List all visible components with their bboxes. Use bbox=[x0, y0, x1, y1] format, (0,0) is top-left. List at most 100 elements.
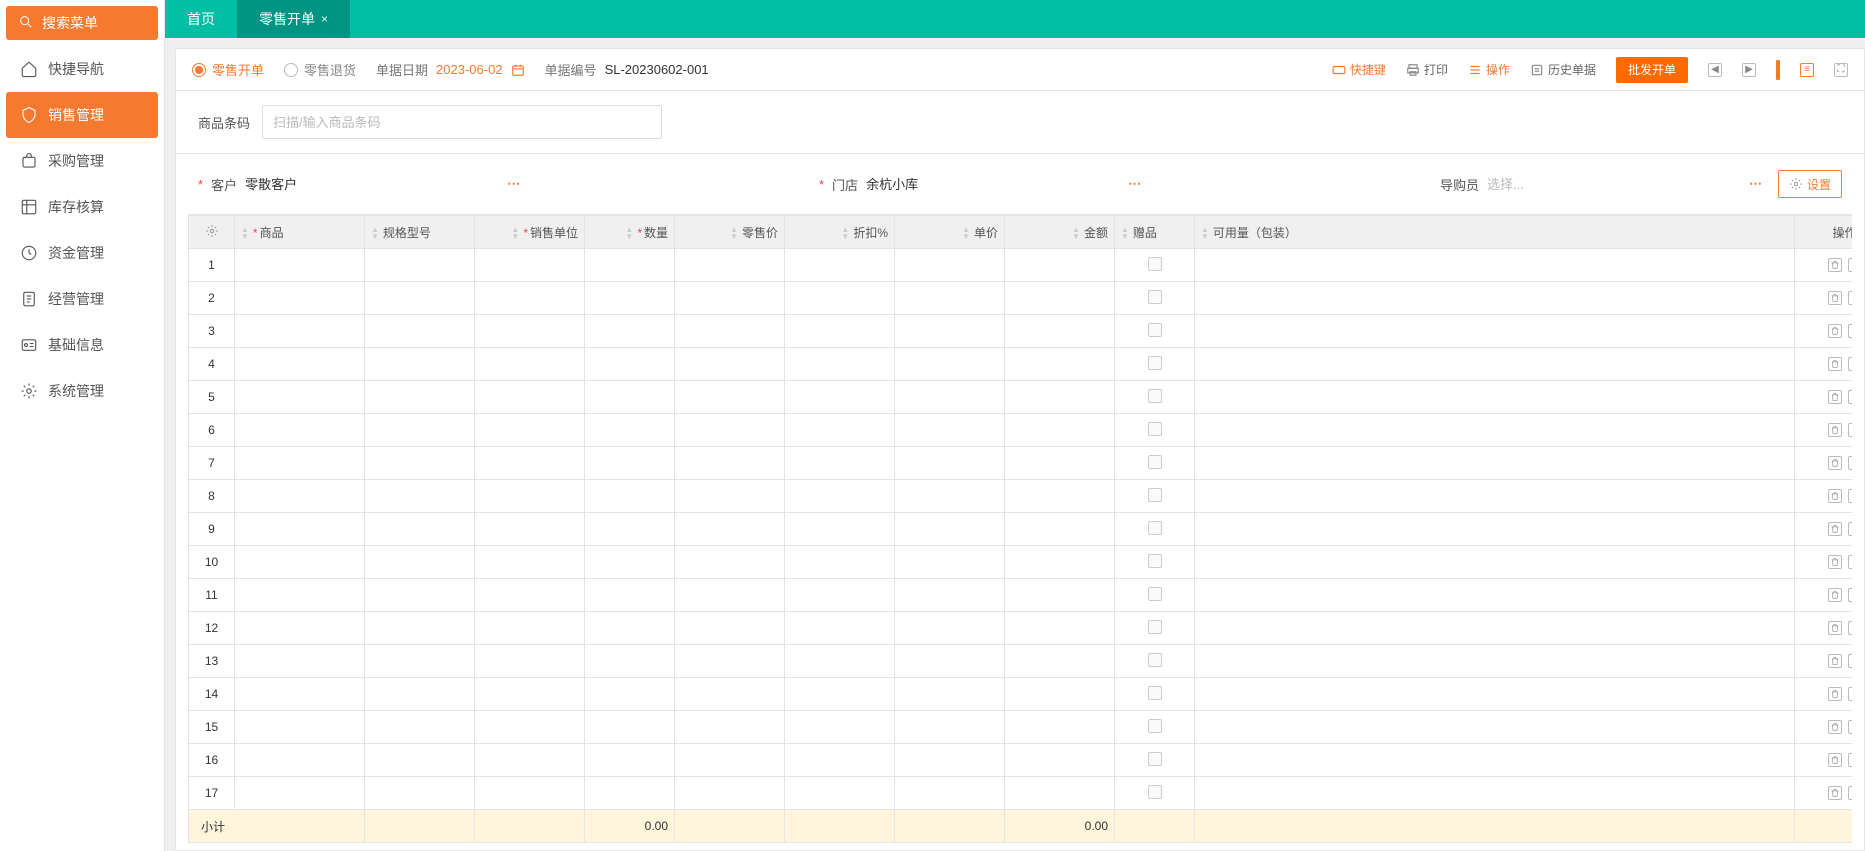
delete-row-button[interactable] bbox=[1828, 654, 1842, 668]
sidebar-item-1[interactable]: 销售管理 bbox=[6, 92, 158, 138]
add-row-button[interactable] bbox=[1848, 654, 1853, 668]
table-row[interactable]: 14 bbox=[189, 678, 1853, 711]
delete-row-button[interactable] bbox=[1828, 588, 1842, 602]
sidebar-item-3[interactable]: 库存核算 bbox=[6, 184, 158, 230]
sidebar-item-5[interactable]: 经营管理 bbox=[6, 276, 158, 322]
sidebar-item-4[interactable]: 资金管理 bbox=[6, 230, 158, 276]
col-spec[interactable]: ▲▼规格型号 bbox=[365, 216, 475, 249]
gift-checkbox[interactable] bbox=[1148, 719, 1162, 733]
store-picker-icon[interactable]: ⋯ bbox=[1124, 176, 1147, 192]
add-row-button[interactable] bbox=[1848, 786, 1853, 800]
add-row-button[interactable] bbox=[1848, 522, 1853, 536]
table-row[interactable]: 5 bbox=[189, 381, 1853, 414]
barcode-input[interactable] bbox=[262, 105, 662, 139]
delete-row-button[interactable] bbox=[1828, 423, 1842, 437]
history-button[interactable]: 历史单据 bbox=[1530, 61, 1596, 78]
radio-return[interactable]: 零售退货 bbox=[284, 60, 356, 79]
delete-row-button[interactable] bbox=[1828, 291, 1842, 305]
layout-toggle-button[interactable]: ≡ bbox=[1800, 63, 1814, 77]
col-unit[interactable]: ▲▼*销售单位 bbox=[475, 216, 585, 249]
col-discount[interactable]: ▲▼折扣% bbox=[785, 216, 895, 249]
search-menu-button[interactable]: 搜索菜单 bbox=[6, 6, 158, 40]
table-row[interactable]: 8 bbox=[189, 480, 1853, 513]
prev-doc-button[interactable]: ◀ bbox=[1708, 63, 1722, 77]
next-doc-button[interactable]: ▶ bbox=[1742, 63, 1756, 77]
delete-row-button[interactable] bbox=[1828, 324, 1842, 338]
delete-row-button[interactable] bbox=[1828, 390, 1842, 404]
gift-checkbox[interactable] bbox=[1148, 323, 1162, 337]
tab-retail-order[interactable]: 零售开单 × bbox=[237, 0, 350, 38]
table-row[interactable]: 6 bbox=[189, 414, 1853, 447]
salesman-field[interactable]: 导购员 选择... ⋯ bbox=[1440, 170, 1768, 198]
gift-checkbox[interactable] bbox=[1148, 521, 1162, 535]
gift-checkbox[interactable] bbox=[1148, 455, 1162, 469]
col-gear[interactable] bbox=[189, 216, 235, 249]
table-row[interactable]: 7 bbox=[189, 447, 1853, 480]
table-row[interactable]: 2 bbox=[189, 282, 1853, 315]
calendar-icon[interactable] bbox=[511, 63, 525, 77]
add-row-button[interactable] bbox=[1848, 489, 1853, 503]
gift-checkbox[interactable] bbox=[1148, 389, 1162, 403]
customer-picker-icon[interactable]: ⋯ bbox=[503, 176, 526, 192]
operate-button[interactable]: 操作 bbox=[1468, 61, 1510, 78]
add-row-button[interactable] bbox=[1848, 588, 1853, 602]
add-row-button[interactable] bbox=[1848, 357, 1853, 371]
add-row-button[interactable] bbox=[1848, 555, 1853, 569]
table-row[interactable]: 4 bbox=[189, 348, 1853, 381]
sidebar-item-6[interactable]: 基础信息 bbox=[6, 322, 158, 368]
bulk-order-button[interactable]: 批发开单 bbox=[1616, 57, 1688, 83]
expand-button[interactable]: ⛶ bbox=[1834, 63, 1848, 77]
add-row-button[interactable] bbox=[1848, 291, 1853, 305]
delete-row-button[interactable] bbox=[1828, 489, 1842, 503]
delete-row-button[interactable] bbox=[1828, 753, 1842, 767]
add-row-button[interactable] bbox=[1848, 753, 1853, 767]
delete-row-button[interactable] bbox=[1828, 786, 1842, 800]
add-row-button[interactable] bbox=[1848, 324, 1853, 338]
gift-checkbox[interactable] bbox=[1148, 554, 1162, 568]
delete-row-button[interactable] bbox=[1828, 456, 1842, 470]
order-grid[interactable]: ▲▼*商品 ▲▼规格型号 ▲▼*销售单位 ▲▼*数量 ▲▼零售价 ▲▼折扣% ▲… bbox=[188, 215, 1852, 850]
close-icon[interactable]: × bbox=[321, 12, 328, 26]
gift-checkbox[interactable] bbox=[1148, 488, 1162, 502]
table-row[interactable]: 15 bbox=[189, 711, 1853, 744]
settings-button[interactable]: 设置 bbox=[1778, 170, 1842, 198]
delete-row-button[interactable] bbox=[1828, 621, 1842, 635]
sidebar-item-7[interactable]: 系统管理 bbox=[6, 368, 158, 414]
gift-checkbox[interactable] bbox=[1148, 257, 1162, 271]
gift-checkbox[interactable] bbox=[1148, 290, 1162, 304]
col-product[interactable]: ▲▼*商品 bbox=[235, 216, 365, 249]
table-row[interactable]: 17 bbox=[189, 777, 1853, 810]
add-row-button[interactable] bbox=[1848, 456, 1853, 470]
table-row[interactable]: 3 bbox=[189, 315, 1853, 348]
delete-row-button[interactable] bbox=[1828, 687, 1842, 701]
delete-row-button[interactable] bbox=[1828, 522, 1842, 536]
col-amount[interactable]: ▲▼金额 bbox=[1005, 216, 1115, 249]
col-avail[interactable]: ▲▼可用量（包装） bbox=[1195, 216, 1795, 249]
gift-checkbox[interactable] bbox=[1148, 785, 1162, 799]
gift-checkbox[interactable] bbox=[1148, 686, 1162, 700]
table-row[interactable]: 10 bbox=[189, 546, 1853, 579]
gift-checkbox[interactable] bbox=[1148, 356, 1162, 370]
delete-row-button[interactable] bbox=[1828, 357, 1842, 371]
table-row[interactable]: 9 bbox=[189, 513, 1853, 546]
gift-checkbox[interactable] bbox=[1148, 620, 1162, 634]
add-row-button[interactable] bbox=[1848, 720, 1853, 734]
radio-sale[interactable]: 零售开单 bbox=[192, 60, 264, 79]
add-row-button[interactable] bbox=[1848, 687, 1853, 701]
delete-row-button[interactable] bbox=[1828, 555, 1842, 569]
gift-checkbox[interactable] bbox=[1148, 752, 1162, 766]
sidebar-item-0[interactable]: 快捷导航 bbox=[6, 46, 158, 92]
gift-checkbox[interactable] bbox=[1148, 587, 1162, 601]
col-gift[interactable]: ▲▼赠品 bbox=[1115, 216, 1195, 249]
salesman-picker-icon[interactable]: ⋯ bbox=[1745, 176, 1768, 192]
add-row-button[interactable] bbox=[1848, 390, 1853, 404]
store-field[interactable]: * 门店 余杭小库 ⋯ bbox=[819, 170, 1147, 198]
add-row-button[interactable] bbox=[1848, 621, 1853, 635]
delete-row-button[interactable] bbox=[1828, 720, 1842, 734]
print-button[interactable]: 打印 bbox=[1406, 61, 1448, 78]
add-row-button[interactable] bbox=[1848, 423, 1853, 437]
add-row-button[interactable] bbox=[1848, 258, 1853, 272]
hotkey-button[interactable]: 快捷键 bbox=[1332, 61, 1386, 78]
table-row[interactable]: 1 bbox=[189, 249, 1853, 282]
col-retail[interactable]: ▲▼零售价 bbox=[675, 216, 785, 249]
